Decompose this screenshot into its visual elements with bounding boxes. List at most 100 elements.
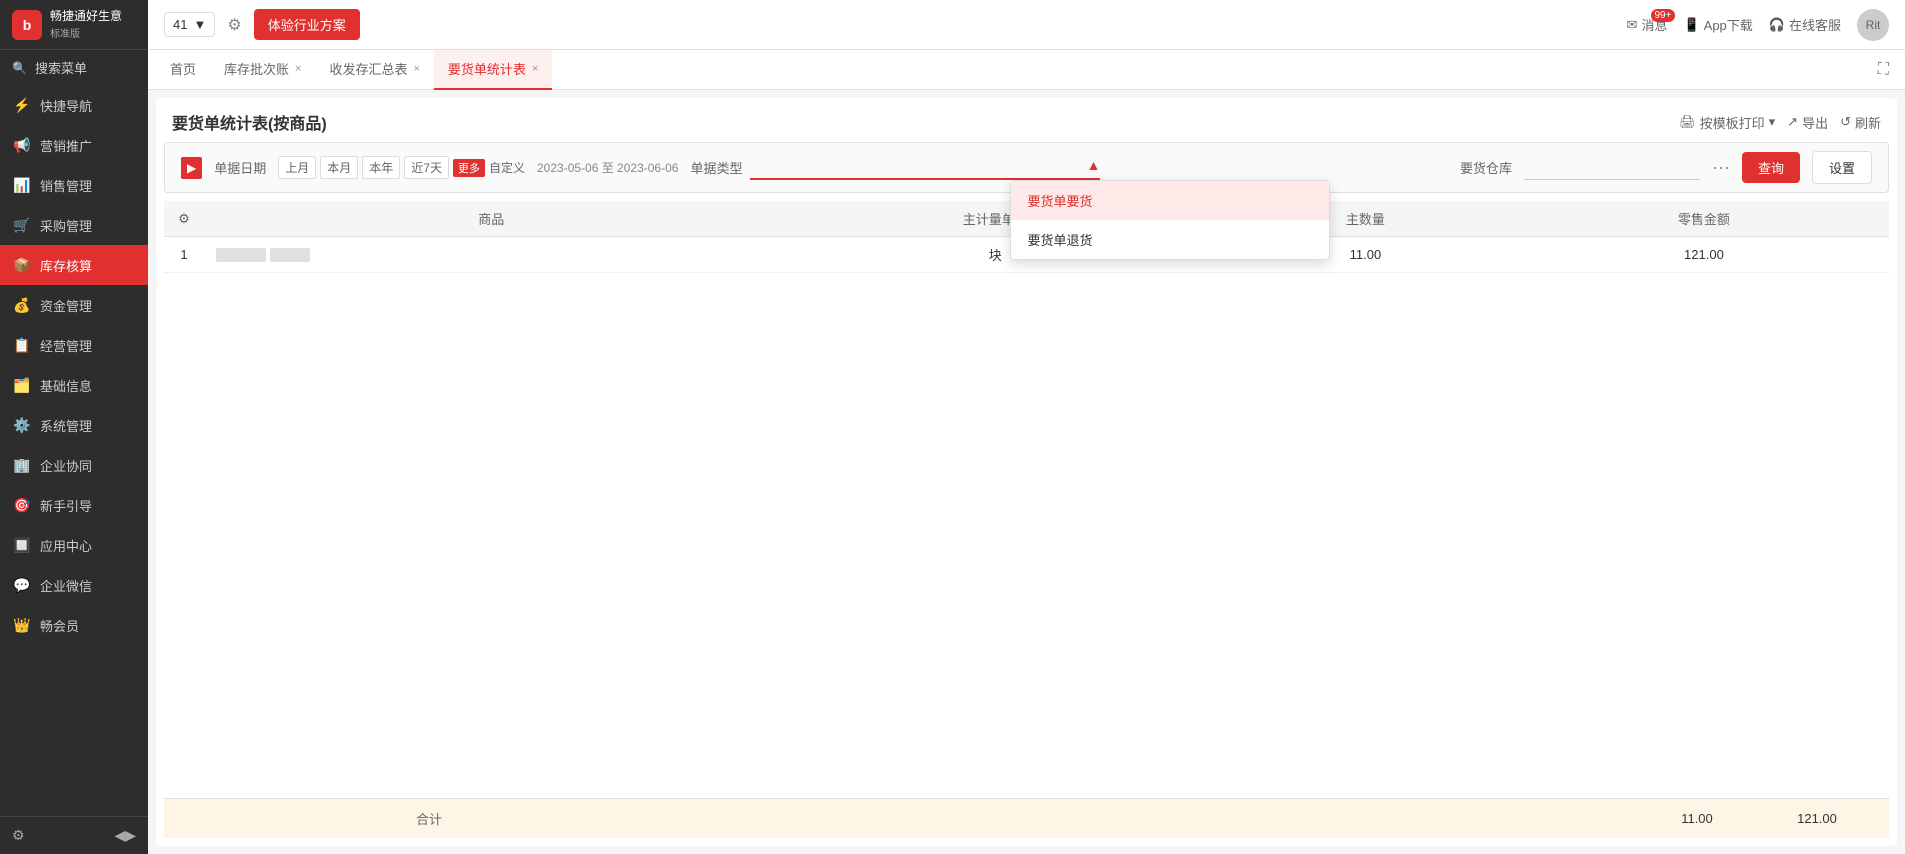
date-more-btn[interactable]: 更多 bbox=[453, 159, 485, 177]
date-custom-btn[interactable]: 自定义 bbox=[489, 159, 525, 176]
type-filter-chevron-icon[interactable]: ▲ bbox=[1087, 157, 1101, 173]
col-product: 商品 bbox=[204, 201, 779, 237]
system-label: 系统管理 bbox=[40, 416, 92, 435]
dropdown-item-order-goods[interactable]: 要货单要货 bbox=[1011, 181, 1329, 220]
topbar-right: ✉ 消息 99+ 📱 App下载 🎧 在线客服 Rit bbox=[1627, 9, 1889, 41]
filter-bar: ▶ 单据日期 上月 本月 本年 近7天 更多 自定义 2023-05-06 至 … bbox=[164, 142, 1889, 193]
service-icon: 🎧 bbox=[1769, 17, 1785, 33]
online-service-button[interactable]: 🎧 在线客服 bbox=[1769, 15, 1841, 34]
search-label: 搜索菜单 bbox=[35, 58, 87, 77]
sidebar-item-member[interactable]: 👑 畅会员 bbox=[0, 605, 148, 645]
printer-icon: 🖨 bbox=[1679, 114, 1696, 130]
print-button[interactable]: 🖨 按模板打印 ▾ bbox=[1679, 113, 1775, 132]
export-label: 导出 bbox=[1802, 113, 1828, 132]
message-badge: 99+ bbox=[1651, 9, 1676, 22]
guide-label: 新手引导 bbox=[40, 496, 92, 515]
setting-button[interactable]: 设置 bbox=[1812, 151, 1872, 184]
tab-inventory-batch-close[interactable]: × bbox=[295, 63, 301, 75]
chevron-down-icon: ▼ bbox=[193, 17, 206, 32]
appstore-icon: 🔲 bbox=[12, 535, 32, 555]
operation-label: 经营管理 bbox=[40, 336, 92, 355]
sidebar-item-basic[interactable]: 🗂️ 基础信息 bbox=[0, 365, 148, 405]
export-icon: ↗ bbox=[1787, 114, 1798, 130]
member-icon: 👑 bbox=[12, 615, 32, 635]
footer-label: 合计 bbox=[176, 809, 1637, 828]
sidebar: b 畅捷通好生意 标准版 🔍 搜索菜单 ⚡ 快捷导航 📢 营销推广 📊 销售管理… bbox=[0, 0, 148, 854]
sidebar-item-marketing[interactable]: 📢 营销推广 bbox=[0, 125, 148, 165]
operation-icon: 📋 bbox=[12, 335, 32, 355]
basic-label: 基础信息 bbox=[40, 376, 92, 395]
sidebar-item-purchase[interactable]: 🛒 采购管理 bbox=[0, 205, 148, 245]
sidebar-item-appstore[interactable]: 🔲 应用中心 bbox=[0, 525, 148, 565]
tab-receive-summary[interactable]: 收发存汇总表 × bbox=[315, 50, 433, 90]
sidebar-item-guide[interactable]: 🎯 新手引导 bbox=[0, 485, 148, 525]
date-this-month-btn[interactable]: 本月 bbox=[320, 156, 358, 179]
app-download-button[interactable]: 📱 App下载 bbox=[1683, 15, 1752, 34]
date-this-year-btn[interactable]: 本年 bbox=[362, 156, 400, 179]
sidebar-item-quick-nav[interactable]: ⚡ 快捷导航 bbox=[0, 85, 148, 125]
trial-button[interactable]: 体验行业方案 bbox=[254, 9, 360, 40]
basic-icon: 🗂️ bbox=[12, 375, 32, 395]
sidebar-item-operation[interactable]: 📋 经营管理 bbox=[0, 325, 148, 365]
col-gear[interactable]: ⚙ bbox=[164, 201, 204, 237]
sidebar-item-system[interactable]: ⚙️ 系统管理 bbox=[0, 405, 148, 445]
wechat-label: 企业微信 bbox=[40, 576, 92, 595]
appstore-label: 应用中心 bbox=[40, 536, 92, 555]
avatar[interactable]: Rit bbox=[1857, 9, 1889, 41]
filter-expand-button[interactable]: ▶ bbox=[181, 157, 202, 179]
type-filter-input[interactable] bbox=[750, 155, 1100, 180]
message-button[interactable]: ✉ 消息 99+ bbox=[1627, 15, 1668, 34]
settings-icon[interactable]: ⚙ bbox=[12, 827, 25, 844]
sidebar-item-wechat[interactable]: 💬 企业微信 bbox=[0, 565, 148, 605]
type-filter-wrap: ▲ 要货单要货 要货单退货 bbox=[750, 155, 1100, 180]
date-7days-btn[interactable]: 近7天 bbox=[404, 156, 449, 179]
query-button[interactable]: 查询 bbox=[1742, 152, 1800, 183]
data-table-wrap: ⚙ 商品 主计量单位 主数量 零售金额 1 bbox=[164, 201, 1889, 798]
quick-nav-icon: ⚡ bbox=[12, 95, 32, 115]
date-last-month-btn[interactable]: 上月 bbox=[278, 156, 316, 179]
sidebar-footer: ⚙ ◀▶ bbox=[0, 816, 148, 854]
export-button[interactable]: ↗ 导出 bbox=[1787, 113, 1828, 132]
enterprise-icon: 🏢 bbox=[12, 455, 32, 475]
sidebar-item-sales[interactable]: 📊 销售管理 bbox=[0, 165, 148, 205]
gear-icon[interactable]: ⚙ bbox=[227, 15, 241, 35]
tab-order-stats[interactable]: 要货单统计表 × bbox=[434, 50, 552, 90]
finance-icon: 💰 bbox=[12, 295, 32, 315]
tab-order-stats-close[interactable]: × bbox=[532, 63, 538, 75]
sidebar-item-finance[interactable]: 💰 资金管理 bbox=[0, 285, 148, 325]
tab-home[interactable]: 首页 bbox=[156, 50, 210, 90]
collapse-icon[interactable]: ◀▶ bbox=[114, 827, 136, 844]
tab-inventory-batch-label: 库存批次账 bbox=[224, 59, 289, 78]
search-icon: 🔍 bbox=[12, 61, 27, 75]
inventory-label: 库存核算 bbox=[40, 256, 92, 275]
guide-icon: 🎯 bbox=[12, 495, 32, 515]
page-actions: 🖨 按模板打印 ▾ ↗ 导出 ↺ 刷新 bbox=[1679, 113, 1881, 132]
warehouse-more-icon[interactable]: ··· bbox=[1712, 157, 1730, 178]
sidebar-item-enterprise[interactable]: 🏢 企业协同 bbox=[0, 445, 148, 485]
tab-expand-icon[interactable]: ⛶ bbox=[1870, 61, 1897, 79]
inventory-icon: 📦 bbox=[12, 255, 32, 275]
date-filter-options: 上月 本月 本年 近7天 更多 自定义 bbox=[278, 156, 525, 179]
wechat-icon: 💬 bbox=[12, 575, 32, 595]
logo-name: 畅捷通好生意 bbox=[50, 9, 122, 25]
sidebar-item-inventory[interactable]: 📦 库存核算 bbox=[0, 245, 148, 285]
quick-nav-label: 快捷导航 bbox=[40, 96, 92, 115]
tab-inventory-batch[interactable]: 库存批次账 × bbox=[210, 50, 315, 90]
warehouse-filter-input[interactable] bbox=[1524, 156, 1700, 180]
page-content: 要货单统计表(按商品) 🖨 按模板打印 ▾ ↗ 导出 ↺ 刷新 ▶ bbox=[156, 98, 1897, 846]
enterprise-label: 企业协同 bbox=[40, 456, 92, 475]
print-chevron-icon: ▾ bbox=[1769, 114, 1776, 130]
app-icon: 📱 bbox=[1683, 17, 1699, 33]
tab-receive-summary-close[interactable]: × bbox=[413, 63, 419, 75]
marketing-icon: 📢 bbox=[12, 135, 32, 155]
row-index: 1 bbox=[164, 237, 204, 273]
member-label: 畅会员 bbox=[40, 616, 79, 635]
company-selector[interactable]: 41 ▼ bbox=[164, 12, 215, 37]
refresh-button[interactable]: ↺ 刷新 bbox=[1840, 113, 1881, 132]
dropdown-item-order-return[interactable]: 要货单退货 bbox=[1011, 220, 1329, 259]
tabbar: 首页 库存批次账 × 收发存汇总表 × 要货单统计表 × ⛶ bbox=[148, 50, 1905, 90]
col-amount: 零售金额 bbox=[1519, 201, 1889, 237]
main-area: 41 ▼ ⚙ 体验行业方案 ✉ 消息 99+ 📱 App下载 🎧 在线客服 Ri… bbox=[148, 0, 1905, 854]
print-label: 按模板打印 bbox=[1700, 113, 1765, 132]
sidebar-search[interactable]: 🔍 搜索菜单 bbox=[0, 50, 148, 85]
